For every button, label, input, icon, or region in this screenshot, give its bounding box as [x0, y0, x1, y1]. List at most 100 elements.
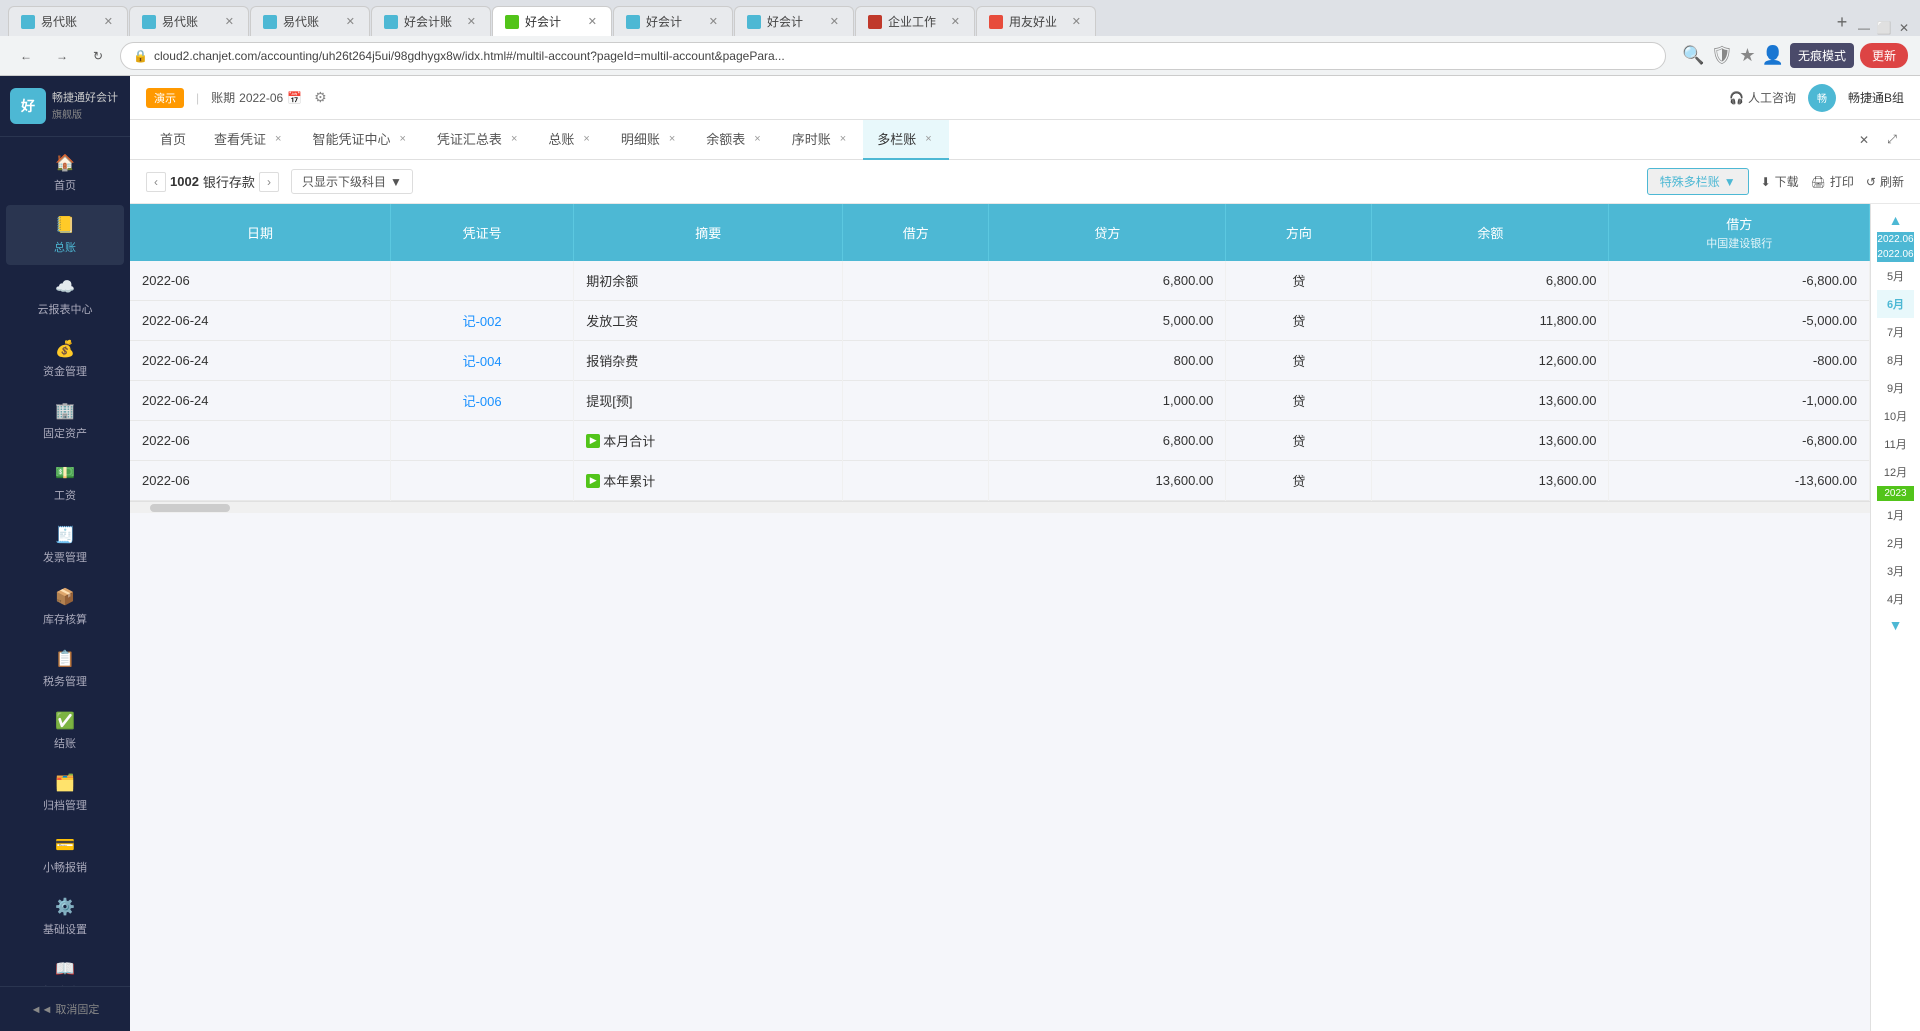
no-trace-button[interactable]: 无痕模式	[1790, 43, 1854, 68]
tab-close-icon[interactable]: ✕	[344, 14, 357, 29]
nav-tab-智能凭证中心[interactable]: 智能凭证中心 ×	[298, 120, 422, 160]
nav-tab-总账[interactable]: 总账 ×	[534, 120, 606, 160]
browser-tab-3[interactable]: 易代账 ✕	[250, 6, 370, 36]
browser-tab-2[interactable]: 易代账 ✕	[129, 6, 249, 36]
download-button[interactable]: ⬇ 下载	[1761, 173, 1799, 190]
calendar-month-2023-1月[interactable]: 1月	[1877, 501, 1913, 529]
sidebar-item-closing[interactable]: ✅ 结账	[6, 701, 124, 761]
nav-tab-close-icon[interactable]: ×	[396, 132, 408, 146]
voucher-link[interactable]: 记-002	[463, 314, 502, 329]
nav-tab-close-icon[interactable]: ×	[837, 132, 849, 146]
nav-tab-序时账[interactable]: 序时账 ×	[778, 120, 863, 160]
nav-tab-close-icon[interactable]: ×	[922, 132, 934, 146]
calendar-month-7月[interactable]: 7月	[1877, 318, 1913, 346]
tab-close-window[interactable]: ✕	[1896, 20, 1912, 36]
print-button[interactable]: 🖨 打印	[1811, 173, 1854, 190]
voucher-link[interactable]: 记-004	[463, 354, 502, 369]
profile-icon[interactable]: 👤	[1762, 45, 1784, 66]
collapse-left-button[interactable]: ✕	[1852, 128, 1876, 152]
sidebar-item-settings[interactable]: ⚙️ 基础设置	[6, 887, 124, 947]
sidebar-item-cloud-report[interactable]: ☁️ 云报表中心	[6, 267, 124, 327]
sidebar-item-ledger[interactable]: 📒 总账	[6, 205, 124, 265]
sidebar-item-tax[interactable]: 📋 税务管理	[6, 639, 124, 699]
customer-service-button[interactable]: 🎧 人工咨询	[1729, 89, 1796, 106]
browser-tab-1[interactable]: 易代账 ✕	[8, 6, 128, 36]
tab-close-icon[interactable]: ✕	[223, 14, 236, 29]
calendar-month-9月[interactable]: 9月	[1877, 374, 1913, 402]
settings-icon[interactable]: ⚙	[314, 89, 327, 106]
special-multi-ledger-button[interactable]: 特殊多栏账 ▼	[1647, 168, 1749, 195]
bookmark-icon[interactable]: ★	[1739, 45, 1755, 66]
sidebar-item-invoice[interactable]: 🧾 发票管理	[6, 515, 124, 575]
collapse-right-button[interactable]: ⤢	[1880, 128, 1904, 152]
nav-tab-首页[interactable]: 首页	[146, 120, 200, 160]
tab-restore[interactable]: ⬜	[1876, 20, 1892, 36]
calendar-month-8月[interactable]: 8月	[1877, 346, 1913, 374]
nav-tab-close-icon[interactable]: ×	[580, 132, 592, 146]
sidebar-item-guide[interactable]: 📖 新手引导	[6, 949, 124, 986]
refresh-button[interactable]: ↺ 刷新	[1866, 173, 1904, 190]
sidebar-item-fixed-assets[interactable]: 🏢 固定资产	[6, 391, 124, 451]
sidebar-item-expense[interactable]: 💳 小畅报销	[6, 825, 124, 885]
search-icon[interactable]: 🔍	[1682, 45, 1704, 66]
table-area[interactable]: 日期凭证号摘要借方贷方方向余额借方中国建设银行 2022-06 期初余额 6,8…	[130, 204, 1870, 1031]
tab-close-icon[interactable]: ✕	[586, 14, 599, 29]
calendar-month-2023-3月[interactable]: 3月	[1877, 557, 1913, 585]
sidebar-item-archive[interactable]: 🗂️ 归档管理	[6, 763, 124, 823]
calendar-scroll-down[interactable]: ▼	[1884, 613, 1908, 637]
browser-tab-8[interactable]: 企业工作 ✕	[855, 6, 975, 36]
calendar-month-6月[interactable]: 6月	[1877, 290, 1913, 318]
browser-chrome: 易代账 ✕ 易代账 ✕ 易代账 ✕ 好会计账 ✕ 好会计 ✕ 好会计 ✕ 好会计…	[0, 0, 1920, 76]
tab-close-icon[interactable]: ✕	[828, 14, 841, 29]
calendar-month-11月[interactable]: 11月	[1877, 430, 1913, 458]
nav-tab-close-icon[interactable]: ×	[666, 132, 678, 146]
period-selector[interactable]: 账期 2022-06 📅	[211, 89, 302, 106]
calendar-month-10月[interactable]: 10月	[1877, 402, 1913, 430]
tab-minimize[interactable]: —	[1856, 20, 1872, 36]
horizontal-scrollbar[interactable]	[130, 501, 1870, 513]
cell-voucher[interactable]: 记-004	[390, 341, 573, 381]
sidebar-item-fund[interactable]: 💰 资金管理	[6, 329, 124, 389]
browser-tab-5[interactable]: 好会计 ✕	[492, 6, 612, 36]
nav-tab-余额表[interactable]: 余额表 ×	[692, 120, 777, 160]
browser-tab-7[interactable]: 好会计 ✕	[734, 6, 854, 36]
update-button[interactable]: 更新	[1860, 43, 1908, 68]
nav-tab-多栏账[interactable]: 多栏账 ×	[863, 120, 948, 160]
nav-tab-close-icon[interactable]: ×	[508, 132, 520, 146]
tab-close-icon[interactable]: ✕	[102, 14, 115, 29]
sidebar-item-inventory[interactable]: 📦 库存核算	[6, 577, 124, 637]
nav-tab-凭证汇总表[interactable]: 凭证汇总表 ×	[423, 120, 534, 160]
forward-button[interactable]: →	[48, 42, 76, 70]
browser-tab-6[interactable]: 好会计 ✕	[613, 6, 733, 36]
tab-close-icon[interactable]: ✕	[707, 14, 720, 29]
account-next-button[interactable]: ›	[259, 172, 279, 192]
sidebar-item-home[interactable]: 🏠 首页	[6, 143, 124, 203]
voucher-link[interactable]: 记-006	[463, 394, 502, 409]
calendar-month-12月[interactable]: 12月	[1877, 458, 1913, 486]
extension-icon[interactable]: 🛡	[1711, 45, 1734, 66]
nav-tab-close-icon[interactable]: ×	[751, 132, 763, 146]
tab-close-icon[interactable]: ✕	[465, 14, 478, 29]
tab-close-icon[interactable]: ✕	[1070, 14, 1083, 29]
nav-tab-明细账[interactable]: 明细账 ×	[607, 120, 692, 160]
nav-tab-查看凭证[interactable]: 查看凭证 ×	[200, 120, 298, 160]
browser-tab-9[interactable]: 用友好业 ✕	[976, 6, 1096, 36]
filter-button[interactable]: 只显示下级科目 ▼	[291, 169, 413, 194]
account-prev-button[interactable]: ‹	[146, 172, 166, 192]
scrollbar-thumb[interactable]	[150, 504, 230, 512]
back-button[interactable]: ←	[12, 42, 40, 70]
calendar-month-5月[interactable]: 5月	[1877, 262, 1913, 290]
cell-voucher[interactable]: 记-002	[390, 301, 573, 341]
cell-voucher[interactable]: 记-006	[390, 381, 573, 421]
calendar-month-2023-2月[interactable]: 2月	[1877, 529, 1913, 557]
tab-close-icon[interactable]: ✕	[949, 14, 962, 29]
calendar-scroll-up[interactable]: ▲	[1884, 208, 1908, 232]
new-tab-button[interactable]: +	[1828, 8, 1856, 36]
nav-tab-close-icon[interactable]: ×	[272, 132, 284, 146]
calendar-month-2023-4月[interactable]: 4月	[1877, 585, 1913, 613]
refresh-button[interactable]: ↻	[84, 42, 112, 70]
sidebar-item-salary[interactable]: 💵 工资	[6, 453, 124, 513]
sidebar-pin-button[interactable]: ◄◄ 取消固定	[6, 995, 124, 1023]
url-bar[interactable]: 🔒 cloud2.chanjet.com/accounting/uh26t264…	[120, 42, 1666, 70]
browser-tab-4[interactable]: 好会计账 ✕	[371, 6, 491, 36]
